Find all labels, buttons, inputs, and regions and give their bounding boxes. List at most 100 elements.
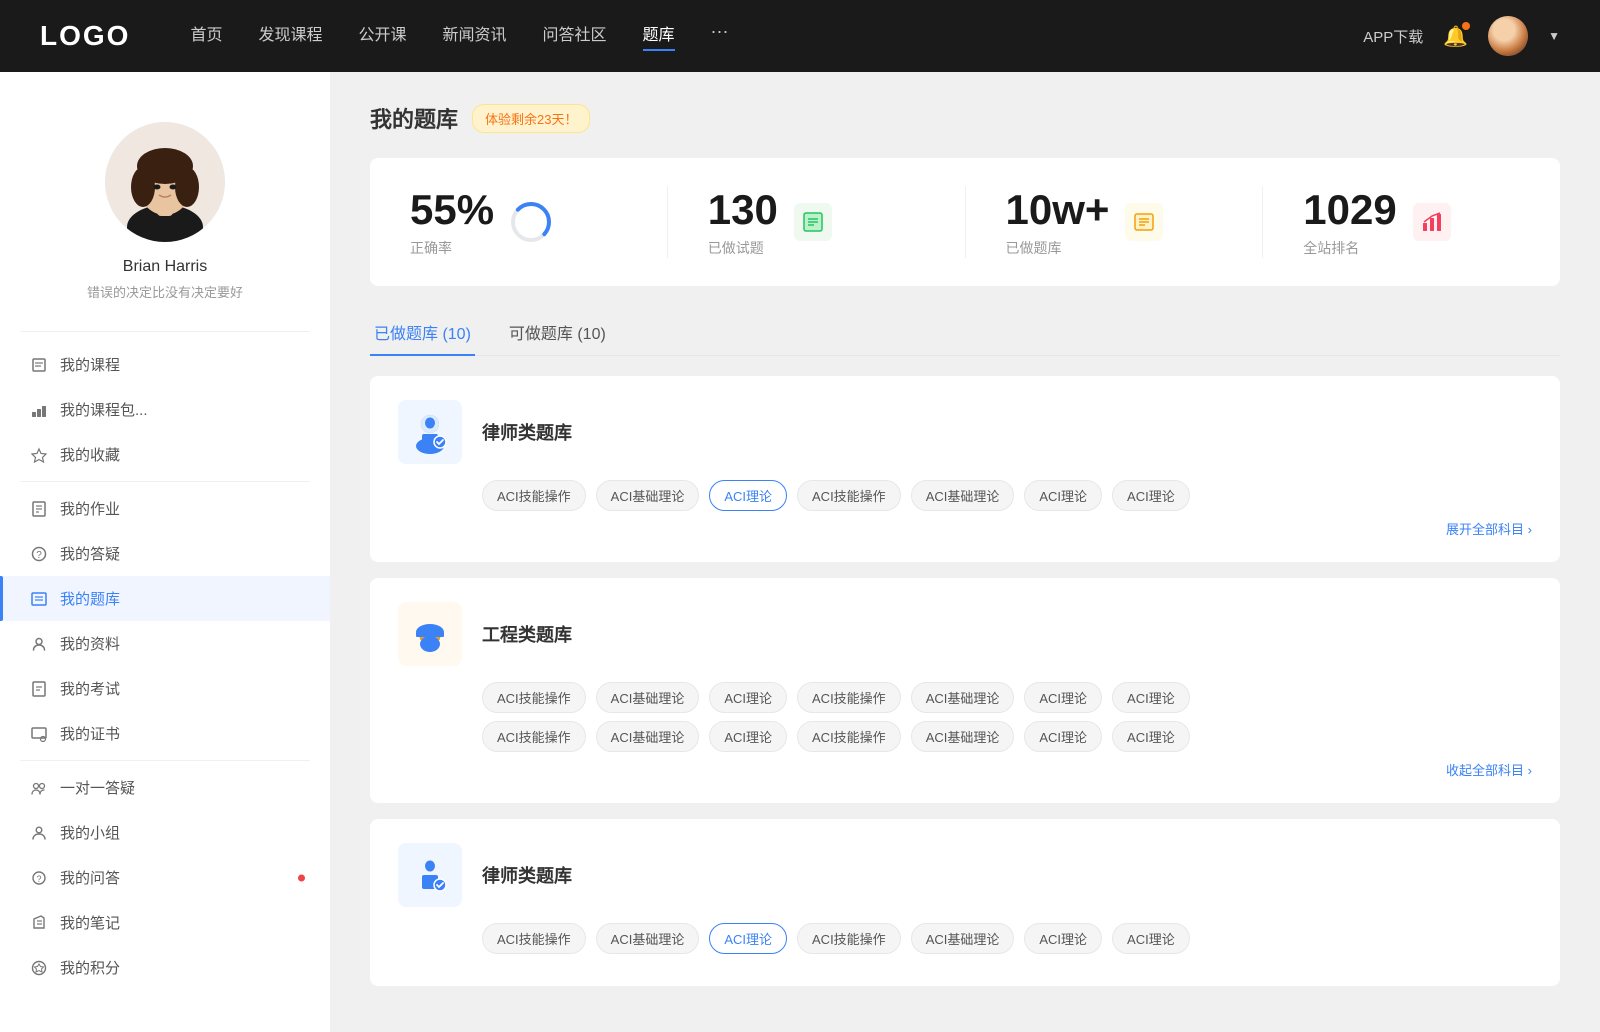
- qbank-header-lawyer2: 律师类题库: [398, 843, 1532, 907]
- nav-chevron-icon[interactable]: ▼: [1548, 29, 1560, 43]
- tag-item[interactable]: ACI技能操作: [482, 923, 586, 954]
- courses-icon: [30, 356, 48, 374]
- nav-link-more[interactable]: ···: [711, 21, 729, 51]
- sidebar-item-label: 我的小组: [60, 822, 120, 843]
- question-icon: ?: [30, 545, 48, 563]
- accuracy-chart: [510, 201, 552, 243]
- tag-item[interactable]: ACI理论: [1112, 721, 1190, 752]
- sidebar-item-label: 我的作业: [60, 498, 120, 519]
- sidebar-item-myqa[interactable]: ? 我的问答: [0, 855, 330, 900]
- tag-item[interactable]: ACI技能操作: [482, 480, 586, 511]
- sidebar-item-notes[interactable]: 我的笔记: [0, 900, 330, 945]
- star-icon: [30, 446, 48, 464]
- stat-rank-label: 全站排名: [1303, 238, 1396, 258]
- nav-bell-dot: [1462, 22, 1470, 30]
- tag-item[interactable]: ACI基础理论: [596, 682, 700, 713]
- stat-accuracy-value: 55%: [410, 186, 494, 234]
- tag-item[interactable]: ACI基础理论: [911, 480, 1015, 511]
- stat-accuracy: 55% 正确率: [410, 186, 668, 258]
- sidebar-item-qbank[interactable]: 我的题库: [0, 576, 330, 621]
- sidebar-item-tutor[interactable]: 一对一答疑: [0, 765, 330, 810]
- avatar: [105, 122, 225, 242]
- tag-item[interactable]: ACI基础理论: [911, 682, 1015, 713]
- tag-item[interactable]: ACI技能操作: [797, 682, 901, 713]
- tag-item[interactable]: ACI基础理论: [911, 923, 1015, 954]
- tag-item-active[interactable]: ACI理论: [709, 923, 787, 954]
- nav-avatar[interactable]: [1488, 16, 1528, 56]
- nav-link-open[interactable]: 公开课: [358, 21, 406, 51]
- sidebar-item-label: 我的答疑: [60, 543, 120, 564]
- tag-item[interactable]: ACI理论: [709, 721, 787, 752]
- nav-link-news[interactable]: 新闻资讯: [443, 21, 507, 51]
- tag-item[interactable]: ACI理论: [1112, 923, 1190, 954]
- sidebar-item-label: 我的课程包...: [60, 399, 148, 420]
- tag-item[interactable]: ACI基础理论: [911, 721, 1015, 752]
- tag-item[interactable]: ACI技能操作: [482, 721, 586, 752]
- sidebar: Brian Harris 错误的决定比没有决定要好 我的课程 我的课程包...: [0, 72, 330, 1032]
- stat-rank-value: 1029: [1303, 186, 1396, 234]
- stat-questions-value: 130: [708, 186, 778, 234]
- sidebar-item-group[interactable]: 我的小组: [0, 810, 330, 855]
- tag-item[interactable]: ACI基础理论: [596, 480, 700, 511]
- stat-questions-label: 已做试题: [708, 238, 778, 258]
- notes-icon: [30, 914, 48, 932]
- nav-link-home[interactable]: 首页: [190, 21, 222, 51]
- sidebar-item-questions[interactable]: ? 我的答疑: [0, 531, 330, 576]
- tag-item[interactable]: ACI基础理论: [596, 721, 700, 752]
- qbank-tags-engineer-row1: ACI技能操作 ACI基础理论 ACI理论 ACI技能操作 ACI基础理论 AC…: [398, 682, 1532, 713]
- qbank-collapse-engineer[interactable]: 收起全部科目 ›: [398, 760, 1532, 779]
- tag-item[interactable]: ACI技能操作: [797, 721, 901, 752]
- tag-item-active[interactable]: ACI理论: [709, 480, 787, 511]
- sidebar-item-certificate[interactable]: 我的证书: [0, 711, 330, 756]
- qbank-tags-engineer-row2: ACI技能操作 ACI基础理论 ACI理论 ACI技能操作 ACI基础理论 AC…: [398, 721, 1532, 752]
- svg-text:?: ?: [36, 550, 42, 561]
- svg-text:?: ?: [36, 874, 41, 884]
- nav-bell-button[interactable]: 🔔: [1443, 24, 1468, 49]
- nav-link-qa[interactable]: 问答社区: [543, 21, 607, 51]
- sidebar-profile: Brian Harris 错误的决定比没有决定要好: [0, 102, 330, 331]
- trial-badge: 体验剩余23天！: [472, 104, 590, 133]
- tag-item[interactable]: ACI理论: [1024, 721, 1102, 752]
- nav-link-qbank[interactable]: 题库: [643, 21, 675, 51]
- sidebar-item-profile[interactable]: 我的资料: [0, 621, 330, 666]
- sidebar-item-points[interactable]: 我的积分: [0, 945, 330, 990]
- certificate-icon: [30, 725, 48, 743]
- sidebar-menu: 我的课程 我的课程包... 我的收藏 我的作业: [0, 332, 330, 1000]
- tag-item[interactable]: ACI理论: [1112, 480, 1190, 511]
- qbank-expand-lawyer1[interactable]: 展开全部科目 ›: [398, 519, 1532, 538]
- tag-item[interactable]: ACI技能操作: [482, 682, 586, 713]
- tag-item[interactable]: ACI技能操作: [797, 480, 901, 511]
- myqa-icon: ?: [30, 869, 48, 887]
- tab-todo[interactable]: 可做题库 (10): [505, 310, 610, 356]
- nav-links: 首页 发现课程 公开课 新闻资讯 问答社区 题库 ···: [190, 21, 1323, 51]
- lawyer-icon2: [398, 843, 462, 907]
- sidebar-item-label: 我的证书: [60, 723, 120, 744]
- qbank-name-lawyer1: 律师类题库: [482, 419, 572, 445]
- tag-item[interactable]: ACI理论: [1112, 682, 1190, 713]
- nav-app-download[interactable]: APP下载: [1363, 26, 1423, 47]
- tag-item[interactable]: ACI技能操作: [797, 923, 901, 954]
- qbank-tags-lawyer1: ACI技能操作 ACI基础理论 ACI理论 ACI技能操作 ACI基础理论 AC…: [398, 480, 1532, 511]
- sidebar-item-exam[interactable]: 我的考试: [0, 666, 330, 711]
- sidebar-item-favorites[interactable]: 我的收藏: [0, 432, 330, 477]
- menu-divider1: [20, 481, 310, 482]
- nav-logo[interactable]: LOGO: [40, 20, 130, 52]
- sidebar-item-homework[interactable]: 我的作业: [0, 486, 330, 531]
- tag-item[interactable]: ACI理论: [709, 682, 787, 713]
- tag-item[interactable]: ACI基础理论: [596, 923, 700, 954]
- nav-link-discover[interactable]: 发现课程: [258, 21, 322, 51]
- tag-item[interactable]: ACI理论: [1024, 682, 1102, 713]
- stat-banks-label: 已做题库: [1006, 238, 1110, 258]
- stat-banks-value: 10w+: [1006, 186, 1110, 234]
- qbank-icon: [30, 590, 48, 608]
- qbank-name-engineer: 工程类题库: [482, 621, 572, 647]
- tag-item[interactable]: ACI理论: [1024, 480, 1102, 511]
- qbank-tags-lawyer2: ACI技能操作 ACI基础理论 ACI理论 ACI技能操作 ACI基础理论 AC…: [398, 923, 1532, 954]
- sidebar-item-packages[interactable]: 我的课程包...: [0, 387, 330, 432]
- sidebar-item-label: 我的问答: [60, 867, 120, 888]
- sidebar-item-courses[interactable]: 我的课程: [0, 342, 330, 387]
- tag-item[interactable]: ACI理论: [1024, 923, 1102, 954]
- sidebar-item-label: 我的笔记: [60, 912, 120, 933]
- tab-done[interactable]: 已做题库 (10): [370, 310, 475, 356]
- group-icon: [30, 824, 48, 842]
